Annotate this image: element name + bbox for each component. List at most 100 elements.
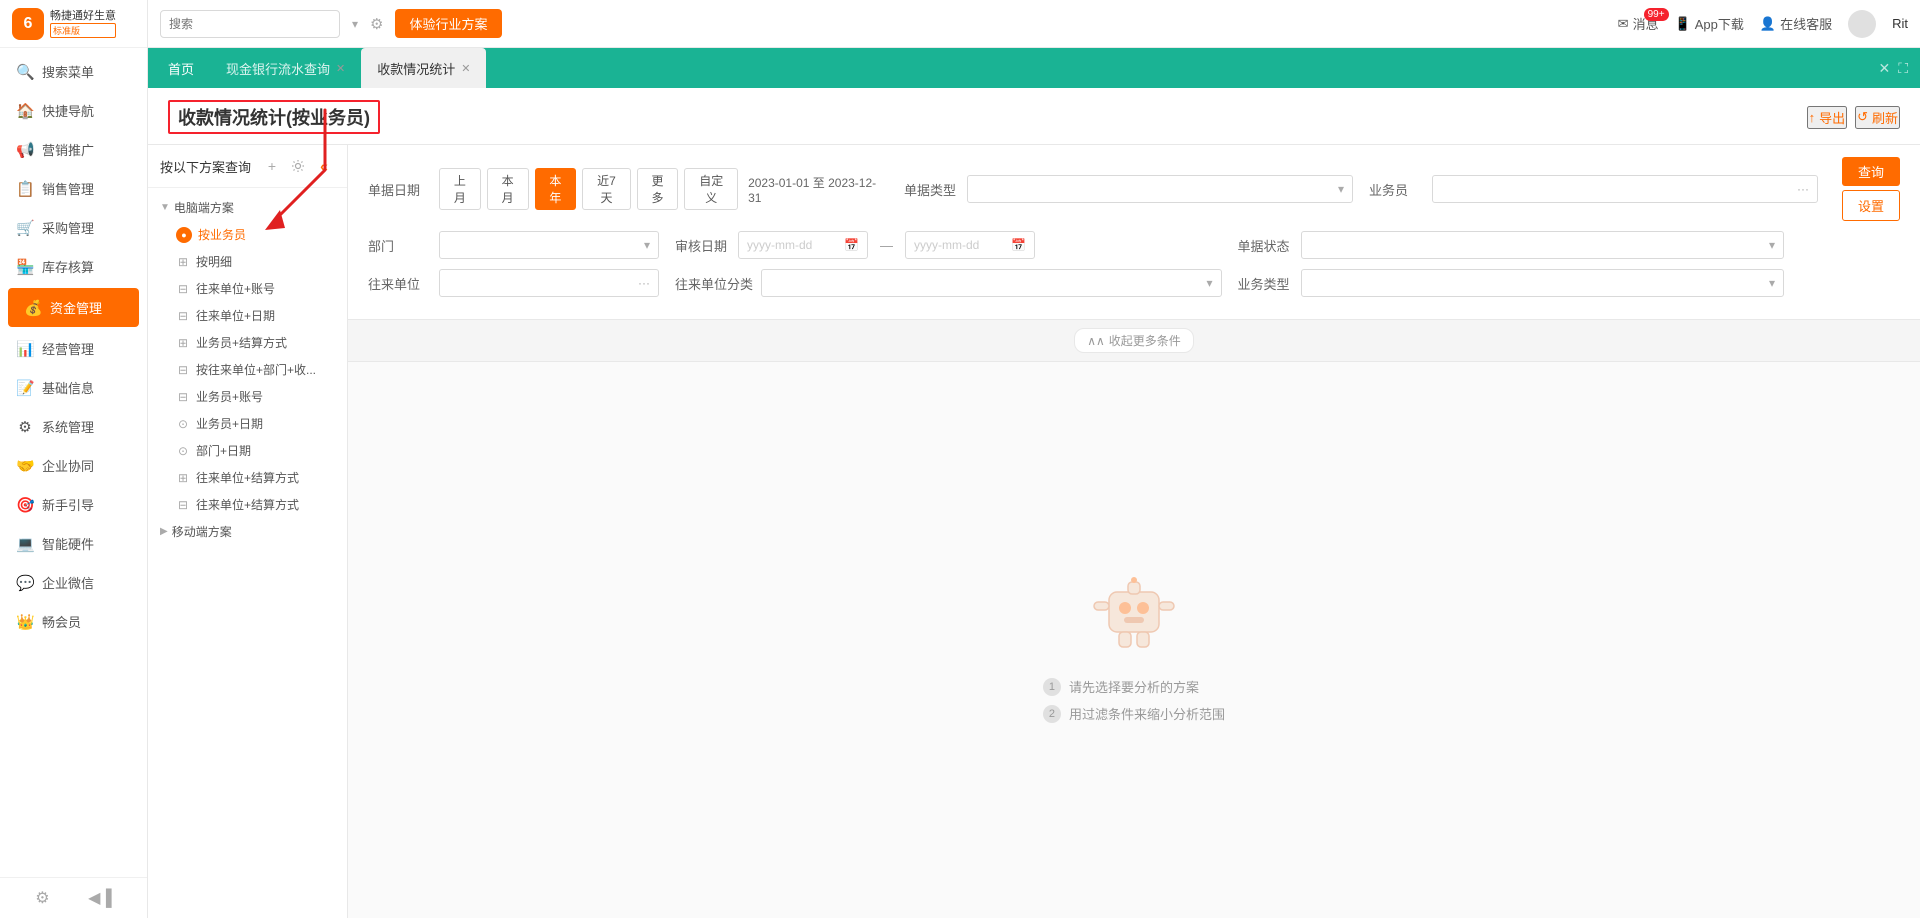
date-btn-custom[interactable]: 自定义 — [684, 168, 738, 210]
hardware-icon: 💻 — [16, 535, 34, 553]
partner-date-icon: ⊟ — [176, 309, 190, 323]
collapse-conditions-button[interactable]: ∧∧ 收起更多条件 — [1074, 328, 1194, 353]
tree-item-partner-payment2[interactable]: ⊟ 往来单位+结算方式 — [148, 491, 347, 518]
tree-item-salesperson-date[interactable]: ⊙ 业务员+日期 — [148, 410, 347, 437]
main-content: ▾ ⚙ 体验行业方案 ✉ 消息 99+ 📱 App下载 👤 在线客服 Rit 首… — [148, 0, 1920, 918]
filter-row-2: 部门 ▾ 审核日期 yyyy-mm-dd 📅 — yyyy-mm-dd — [368, 231, 1900, 259]
maximize-window-icon[interactable]: ⛶ — [1898, 60, 1908, 77]
left-panel-title: 按以下方案查询 — [160, 157, 257, 176]
tip-text-2: 用过滤条件来缩小分析范围 — [1069, 704, 1225, 723]
dept-label: 部门 — [368, 236, 423, 255]
biz-type-select[interactable]: ▾ — [1301, 269, 1785, 297]
export-button[interactable]: ↑ 导出 — [1807, 106, 1848, 129]
tree-item-by-salesperson[interactable]: ● 按业务员 — [148, 221, 347, 248]
sidebar-item-purchase[interactable]: 🛒 采购管理 — [0, 208, 147, 247]
tree-item-partner-account[interactable]: ⊟ 往来单位+账号 — [148, 275, 347, 302]
tip-number-1: 1 — [1043, 678, 1061, 696]
tab-cashflow[interactable]: 现金银行流水查询 ✕ — [210, 48, 361, 88]
sidebar-item-guide[interactable]: 🎯 新手引导 — [0, 485, 147, 524]
user-avatar[interactable] — [1848, 10, 1876, 38]
sidebar-item-wechat[interactable]: 💬 企业微信 — [0, 563, 147, 602]
topbar: ▾ ⚙ 体验行业方案 ✉ 消息 99+ 📱 App下载 👤 在线客服 Rit — [148, 0, 1920, 48]
sidebar-item-marketing[interactable]: 📢 营销推广 — [0, 130, 147, 169]
collapse-panel-button[interactable]: « — [313, 155, 335, 177]
tree-item-partner-date[interactable]: ⊟ 往来单位+日期 — [148, 302, 347, 329]
date-range-display: 2023-01-01 至 2023-12-31 — [748, 174, 888, 205]
date-btn-this-month[interactable]: 本月 — [487, 168, 529, 210]
doc-status-label: 单据状态 — [1238, 236, 1293, 255]
salesperson-select[interactable]: ··· — [1432, 175, 1818, 203]
tree-item-partner-payment1[interactable]: ⊞ 往来单位+结算方式 — [148, 464, 347, 491]
date-btn-7days[interactable]: 近7天 — [582, 168, 630, 210]
doctype-dropdown-icon: ▾ — [1338, 182, 1344, 196]
sidebar-item-basic-info[interactable]: 📝 基础信息 — [0, 368, 147, 407]
sidebar-item-operations[interactable]: 📊 经营管理 — [0, 329, 147, 368]
tree-group-mobile[interactable]: ▶ 移动端方案 — [148, 518, 347, 545]
sidebar-bottom: ⚙ ◀▐ — [0, 877, 147, 918]
search-input[interactable] — [160, 10, 340, 38]
tab-home[interactable]: 首页 — [152, 48, 210, 88]
filter-area: 单据日期 上月 本月 本年 近7天 更多 自定义 2023-01-01 至 20… — [348, 145, 1920, 320]
logo-icon: 6 — [12, 8, 44, 40]
filter-row-3: 往来单位 ··· 往来单位分类 ▾ 业务类型 — [368, 269, 1900, 297]
tab-receivables[interactable]: 收款情况统计 ✕ — [361, 48, 486, 88]
app-download-button[interactable]: 📱 App下载 — [1675, 14, 1744, 33]
logo-text: 畅捷通好生意 — [50, 9, 116, 23]
inventory-icon: 🏪 — [16, 258, 34, 276]
partner-payment1-icon: ⊞ — [176, 471, 190, 485]
sidebar-item-quicknav[interactable]: 🏠 快捷导航 — [0, 91, 147, 130]
partner-category-select[interactable]: ▾ — [761, 269, 1221, 297]
sidebar-item-sales[interactable]: 📋 销售管理 — [0, 169, 147, 208]
setting-button[interactable]: 设置 — [1842, 190, 1900, 221]
finance-icon: 💰 — [24, 299, 42, 317]
salesperson-group: 业务员 ··· — [1369, 175, 1818, 203]
partner-select[interactable]: ··· — [439, 269, 659, 297]
doctype-group: 单据类型 ▾ — [904, 175, 1353, 203]
add-scheme-button[interactable]: + — [261, 155, 283, 177]
partner-more-icon: ··· — [638, 276, 650, 290]
sidebar-item-system[interactable]: ⚙ 系统管理 — [0, 407, 147, 446]
topbar-gear-icon[interactable]: ⚙ — [370, 15, 383, 33]
topbar-dropdown-icon[interactable]: ▾ — [352, 17, 358, 31]
close-window-icon[interactable]: ✕ — [1878, 60, 1890, 77]
online-service-button[interactable]: 👤 在线客服 — [1760, 14, 1832, 33]
query-button[interactable]: 查询 — [1842, 157, 1900, 186]
salesperson-payment-icon: ⊞ — [176, 336, 190, 350]
page-title: 收款情况统计(按业务员) — [168, 100, 380, 134]
tree-item-salesperson-payment[interactable]: ⊞ 业务员+结算方式 — [148, 329, 347, 356]
dept-dropdown-icon: ▾ — [644, 238, 650, 252]
doctype-label: 单据类型 — [904, 180, 959, 199]
date-btn-this-year[interactable]: 本年 — [535, 168, 577, 210]
scheme-settings-button[interactable] — [287, 155, 309, 177]
doc-status-select[interactable]: ▾ — [1301, 231, 1785, 259]
sidebar-item-finance[interactable]: 💰 资金管理 — [8, 288, 139, 327]
trial-button[interactable]: 体验行业方案 — [395, 9, 501, 38]
review-date-end[interactable]: yyyy-mm-dd 📅 — [905, 231, 1035, 259]
message-icon: ✉ — [1618, 16, 1629, 32]
doctype-select[interactable]: ▾ — [967, 175, 1353, 203]
sidebar-item-hardware[interactable]: 💻 智能硬件 — [0, 524, 147, 563]
salesperson-more-icon: ··· — [1797, 182, 1809, 196]
tree-group-desktop[interactable]: ▼ 电脑端方案 — [148, 194, 347, 221]
sidebar-item-inventory[interactable]: 🏪 库存核算 — [0, 247, 147, 286]
tree-item-detail[interactable]: ⊞ 按明细 — [148, 248, 347, 275]
date-btn-last-month[interactable]: 上月 — [439, 168, 481, 210]
tab-receivables-close[interactable]: ✕ — [461, 62, 470, 75]
settings-bottom-icon[interactable]: ⚙ — [35, 888, 49, 908]
dept-select[interactable]: ▾ — [439, 231, 659, 259]
review-date-start[interactable]: yyyy-mm-dd 📅 — [738, 231, 868, 259]
message-badge: 99+ — [1644, 8, 1669, 21]
tab-cashflow-close[interactable]: ✕ — [336, 62, 345, 75]
sidebar-item-member[interactable]: 👑 畅会员 — [0, 602, 147, 641]
date-options: 上月 本月 本年 近7天 更多 自定义 2023-01-01 至 2023-12… — [439, 168, 888, 210]
tree-item-dept-date[interactable]: ⊙ 部门+日期 — [148, 437, 347, 464]
salesperson-label: 业务员 — [1369, 180, 1424, 199]
refresh-button[interactable]: ↺ 刷新 — [1855, 106, 1900, 129]
tree-item-partner-dept[interactable]: ⊟ 按往来单位+部门+收... — [148, 356, 347, 383]
sidebar-item-collab[interactable]: 🤝 企业协同 — [0, 446, 147, 485]
sidebar-item-search[interactable]: 🔍 搜索菜单 — [0, 52, 147, 91]
tree-item-salesperson-account[interactable]: ⊟ 业务员+账号 — [148, 383, 347, 410]
date-btn-more[interactable]: 更多 — [637, 168, 679, 210]
message-button[interactable]: ✉ 消息 99+ — [1618, 14, 1659, 33]
collapse-sidebar-icon[interactable]: ◀▐ — [88, 888, 112, 908]
